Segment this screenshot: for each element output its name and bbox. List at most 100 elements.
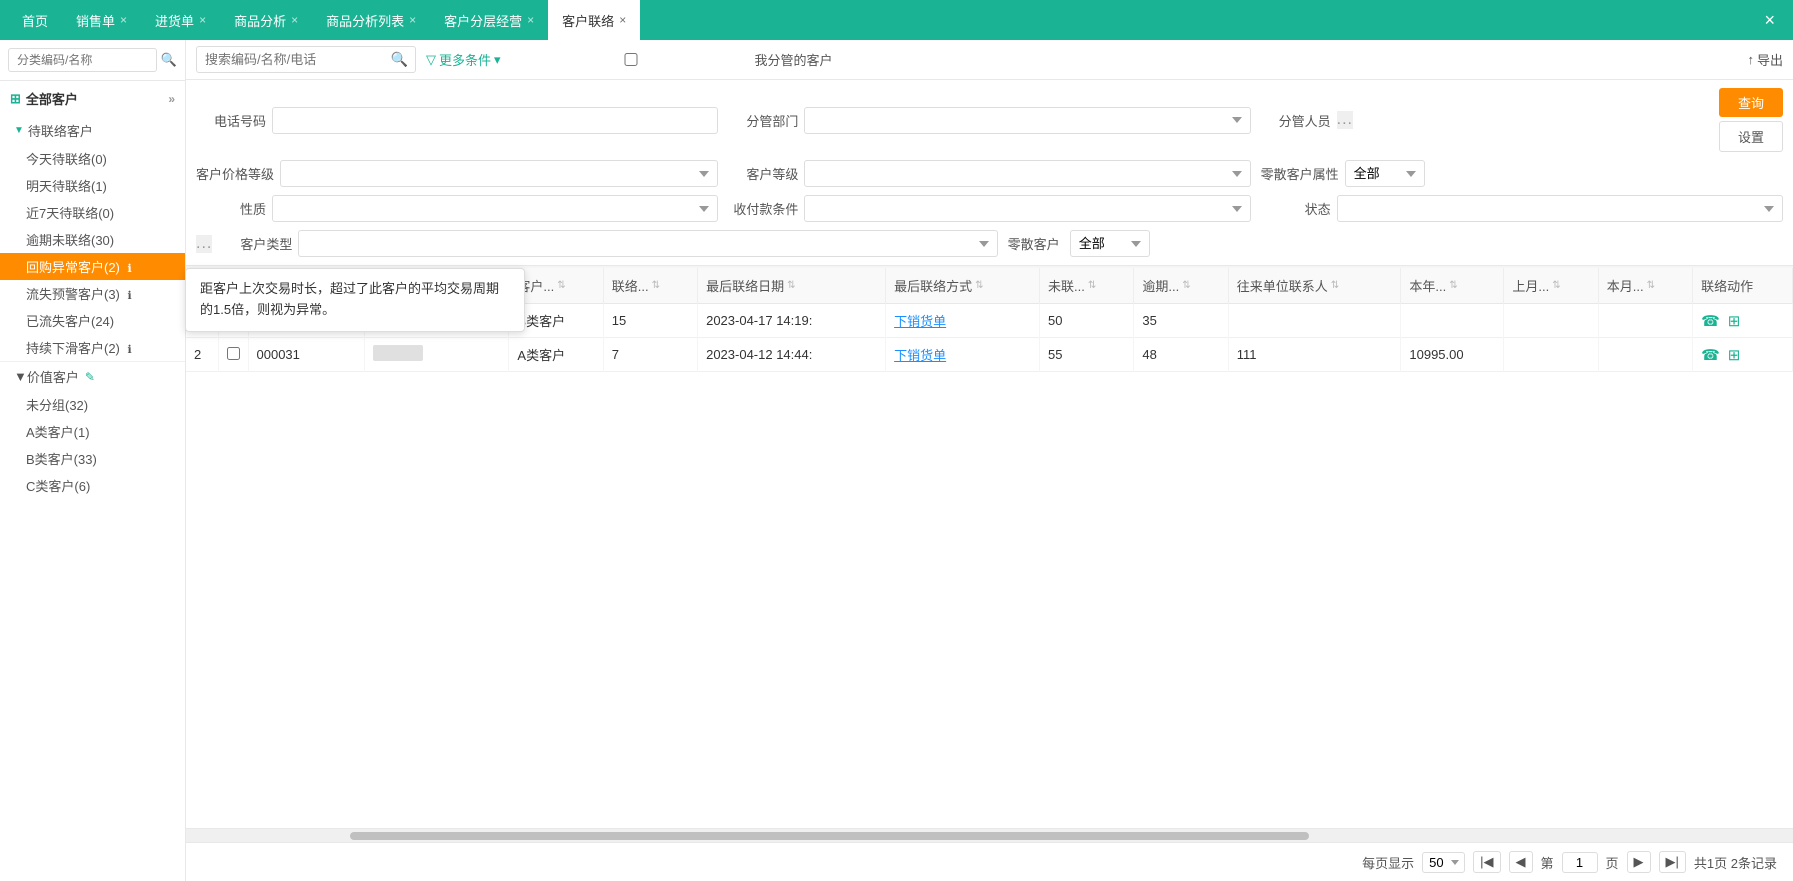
sidebar-item-7days[interactable]: 近7天待联络(0) — [0, 199, 185, 226]
close-goods-list-tab[interactable]: × — [409, 13, 416, 27]
next-page-btn[interactable]: ▶ — [1627, 851, 1651, 873]
nav-purchase[interactable]: 进货单 × — [141, 0, 220, 40]
sidebar: 🔍 ⊞ 全部客户 » ▼ 待联络客户 今天待联络(0) 明天待联络(1) 近7天… — [0, 40, 186, 881]
pagination-footer: 每页显示 50 |◀ ◀ 第 页 ▶ ▶| 共1页 2条记录 — [186, 842, 1793, 881]
nav-customer-contact[interactable]: 客户联络 × — [548, 0, 640, 40]
pay-term-select[interactable] — [804, 195, 1250, 222]
phone-action-icon-2[interactable]: ☎ — [1701, 346, 1720, 364]
sidebar-search-input[interactable] — [8, 48, 157, 72]
sidebar-item-lost-pre[interactable]: 流失预警客户(3) ℹ — [0, 280, 185, 307]
customer-type-select[interactable] — [298, 230, 997, 257]
name-blur-2 — [373, 345, 423, 361]
zero-attr-label: 零散客户属性 — [1261, 164, 1339, 183]
table-area: ⚙ 客户编码⇅ 客户名称⇅ 客户...⇅ — [186, 268, 1793, 828]
col-last-contact-method-header: 最后联络方式⇅ — [886, 268, 1040, 304]
my-customer-checkbox[interactable] — [511, 53, 751, 66]
cell-contact-person-1 — [1228, 304, 1401, 338]
filter-row-4: ... 客户类型 零散客户 全部 — [196, 230, 1783, 257]
search-icon[interactable]: 🔍 — [391, 51, 408, 68]
more-dots-btn[interactable]: ... — [196, 235, 212, 253]
cell-last-contact-method-1[interactable]: 下销货单 — [886, 304, 1040, 338]
dept-label: 分管部门 — [728, 111, 798, 130]
filter-bar: 🔍 ▽ 更多条件 ▾ 我分管的客户 ↑ 导出 — [186, 40, 1793, 80]
scroll-thumb[interactable] — [350, 832, 1309, 840]
zero-customer-select[interactable]: 全部 — [1070, 230, 1150, 257]
phone-input[interactable] — [272, 107, 718, 134]
close-customer-contact-tab[interactable]: × — [619, 13, 626, 27]
gender-select[interactable] — [272, 195, 718, 222]
info-icon[interactable]: ℹ — [128, 263, 132, 275]
sidebar-item-a-class[interactable]: A类客户(1) — [0, 418, 185, 445]
col-overdue-header: 逾期...⇅ — [1134, 268, 1228, 304]
edit-value-icon[interactable]: ✎ — [85, 370, 95, 384]
cell-actions-2: ☎ ⊞ — [1693, 338, 1793, 372]
phone-action-icon-1[interactable]: ☎ — [1701, 312, 1720, 330]
arrow-down-icon2: ▼ — [14, 369, 27, 384]
price-grade-select[interactable] — [280, 160, 718, 187]
nav-sales[interactable]: 销售单 × — [62, 0, 141, 40]
close-purchase-tab[interactable]: × — [199, 13, 206, 27]
sidebar-item-ungroup[interactable]: 未分组(32) — [0, 391, 185, 418]
sidebar-item-today[interactable]: 今天待联络(0) — [0, 145, 185, 172]
sidebar-item-continuous-down[interactable]: 持续下滑客户(2) ℹ — [0, 334, 185, 361]
cell-year-sales-2: 10995.00 — [1401, 338, 1504, 372]
query-button[interactable]: 查询 — [1719, 88, 1783, 117]
zero-attr-select[interactable]: 全部 — [1345, 160, 1425, 187]
row-checkbox-2[interactable] — [227, 347, 240, 360]
nav-home[interactable]: 首页 — [8, 0, 62, 40]
my-customer-checkbox-area: 我分管的客户 — [511, 50, 833, 69]
customer-grade-label: 客户等级 — [728, 164, 798, 183]
last-page-btn[interactable]: ▶| — [1659, 851, 1686, 873]
sidebar-collapse-btn[interactable]: » — [168, 92, 175, 106]
close-customer-layered-tab[interactable]: × — [527, 13, 534, 27]
prev-page-btn[interactable]: ◀ — [1509, 851, 1533, 873]
nav-customer-layered[interactable]: 客户分层经营 × — [430, 0, 548, 40]
window-close-button[interactable]: × — [1754, 10, 1785, 31]
total-label: 共1页 2条记录 — [1694, 853, 1777, 872]
more-conditions-btn[interactable]: ▽ 更多条件 ▾ — [426, 50, 501, 69]
filter-form: 电话号码 分管部门 分管人员 ... 查询 设置 — [186, 80, 1793, 266]
sidebar-item-tomorrow[interactable]: 明天待联络(1) — [0, 172, 185, 199]
cell-overdue-2: 48 — [1134, 338, 1228, 372]
cell-last-contact-method-2[interactable]: 下销货单 — [886, 338, 1040, 372]
action-icons-2: ☎ ⊞ — [1701, 346, 1784, 364]
page-size-select[interactable]: 50 — [1422, 852, 1465, 873]
nav-goods-analysis[interactable]: 商品分析 × — [220, 0, 312, 40]
table-row: 2 000031 A类客户 7 2023-04-12 14:44: 下销货单 5… — [186, 338, 1793, 372]
col-this-month-header: 本月...⇅ — [1598, 268, 1692, 304]
grid-action-icon-2[interactable]: ⊞ — [1728, 346, 1741, 364]
sidebar-item-already-lost[interactable]: 已流失客户(24) — [0, 307, 185, 334]
filter-dept: 分管部门 — [728, 107, 1250, 134]
tooltip-popup: 距客户上次交易时长，超过了此客户的平均交易周期的1.5倍，则视为异常。 — [185, 268, 525, 332]
first-page-btn[interactable]: |◀ — [1473, 851, 1500, 873]
close-goods-analysis-tab[interactable]: × — [291, 13, 298, 27]
sidebar-value-customer-group[interactable]: ▼ 价值客户 ✎ — [0, 361, 185, 391]
dept-select[interactable] — [804, 107, 1250, 134]
close-sales-tab[interactable]: × — [120, 13, 127, 27]
export-button[interactable]: ↑ 导出 — [1747, 50, 1783, 69]
sidebar-pending-contact-group[interactable]: ▼ 待联络客户 — [0, 116, 185, 145]
status-label: 状态 — [1261, 199, 1331, 218]
sidebar-item-c-class[interactable]: C类客户(6) — [0, 472, 185, 499]
page-number-input[interactable] — [1562, 852, 1598, 873]
nav-goods-analysis-list[interactable]: 商品分析列表 × — [312, 0, 430, 40]
customer-grade-select[interactable] — [804, 160, 1250, 187]
filter-gender: 性质 — [196, 195, 718, 222]
info-icon-down[interactable]: ℹ — [128, 344, 132, 356]
settings-button[interactable]: 设置 — [1719, 121, 1783, 152]
sidebar-item-repurchase-abnormal[interactable]: 回购异常客户(2) ℹ — [0, 253, 185, 280]
col-contact-person-header: 往来单位联系人⇅ — [1228, 268, 1401, 304]
horizontal-scrollbar[interactable] — [186, 828, 1793, 842]
search-input[interactable] — [196, 46, 416, 73]
filter-status: 状态 — [1261, 195, 1783, 222]
sidebar-item-overdue[interactable]: 逾期未联络(30) — [0, 226, 185, 253]
sidebar-item-b-class[interactable]: B类客户(33) — [0, 445, 185, 472]
cell-actions-1: ☎ ⊞ — [1693, 304, 1793, 338]
sidebar-search-icon[interactable]: 🔍 — [161, 52, 177, 68]
grid-action-icon-1[interactable]: ⊞ — [1728, 312, 1741, 330]
cell-checkbox-2[interactable] — [218, 338, 248, 372]
status-select[interactable] — [1337, 195, 1783, 222]
person-dots-btn[interactable]: ... — [1337, 111, 1353, 129]
export-icon: ↑ — [1747, 52, 1754, 67]
info-icon-lost[interactable]: ℹ — [128, 290, 132, 302]
